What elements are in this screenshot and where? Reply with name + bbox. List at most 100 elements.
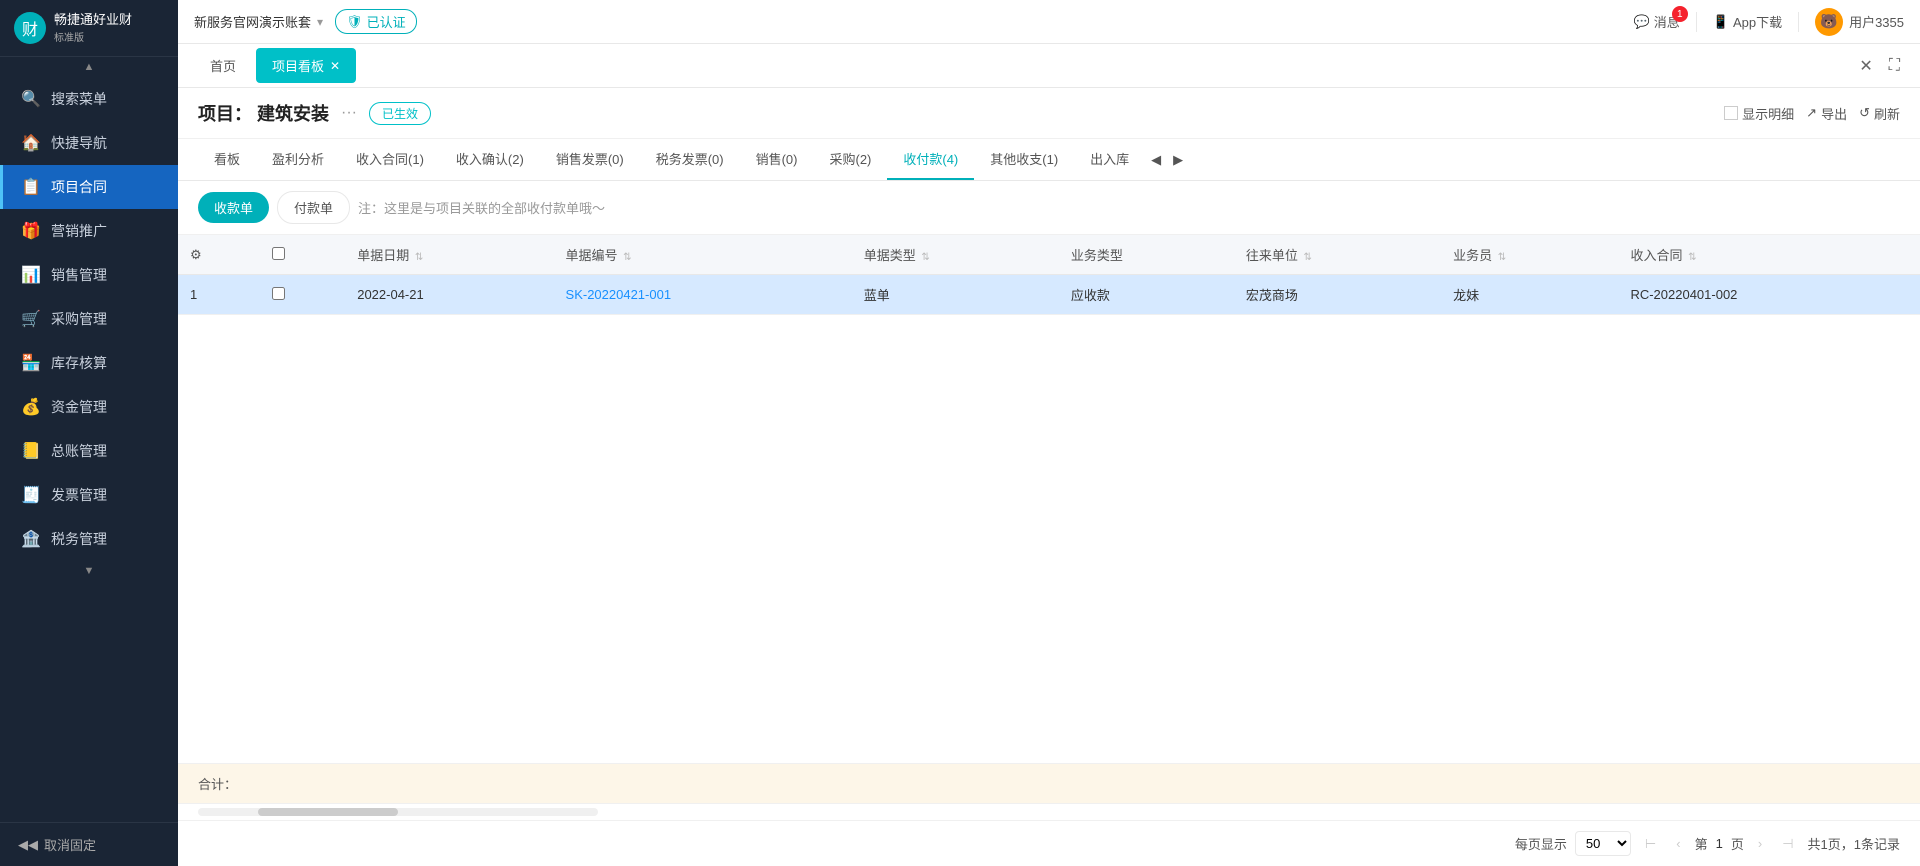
refresh-btn[interactable]: ↺ 刷新 bbox=[1859, 104, 1900, 123]
sidebar-nav: ▲ 🔍 搜索菜单 🏠 快捷导航 📋 项目合同 🎁 营销推广 📊 销售管理 🛒 采… bbox=[0, 57, 178, 822]
page-content: 项目： 建筑安装 ··· 已生效 显示明细 ↗ 导出 ↺ 刷新 bbox=[178, 88, 1920, 866]
next-page-btn[interactable]: › bbox=[1752, 834, 1768, 853]
sidebar: 财 畅捷通好业财 标准版 ▲ 🔍 搜索菜单 🏠 快捷导航 📋 项目合同 🎁 营销… bbox=[0, 0, 178, 866]
payment-filter-btn[interactable]: 付款单 bbox=[277, 191, 350, 224]
row-select-checkbox[interactable] bbox=[272, 287, 285, 300]
select-all-checkbox[interactable] bbox=[272, 247, 285, 260]
th-number[interactable]: 单据编号 ⇅ bbox=[554, 235, 852, 275]
subtab-next-arrow[interactable]: ▶ bbox=[1167, 142, 1189, 178]
row-checkbox[interactable] bbox=[260, 275, 345, 315]
subtab-prev-arrow[interactable]: ◀ bbox=[1145, 142, 1167, 178]
th-checkbox[interactable] bbox=[260, 235, 345, 275]
row-biz-type: 应收款 bbox=[1059, 275, 1234, 315]
scroll-down-btn[interactable]: ▼ bbox=[0, 561, 178, 581]
sidebar-unpin[interactable]: ◀◀ 取消固定 bbox=[0, 822, 178, 866]
prev-page-btn[interactable]: ‹ bbox=[1670, 834, 1686, 853]
sidebar-item-ledger[interactable]: 📒 总账管理 bbox=[0, 429, 178, 473]
subtab-income-confirm[interactable]: 收入确认(2) bbox=[440, 139, 540, 180]
sidebar-item-purchase-label: 采购管理 bbox=[51, 309, 107, 329]
project-name: 新服务官网演示账套 bbox=[194, 12, 311, 31]
divider bbox=[1696, 12, 1697, 32]
user-menu[interactable]: 🐻 用户3355 bbox=[1815, 8, 1904, 36]
sidebar-item-search[interactable]: 🔍 搜索菜单 bbox=[0, 77, 178, 121]
subtab-purchase[interactable]: 采购(2) bbox=[813, 139, 887, 180]
sidebar-item-inventory[interactable]: 🏪 库存核算 bbox=[0, 341, 178, 385]
sort-date-icon: ⇅ bbox=[415, 252, 423, 263]
export-btn[interactable]: ↗ 导出 bbox=[1806, 104, 1847, 123]
tab-project-board[interactable]: 项目看板 ✕ bbox=[256, 48, 356, 83]
message-btn[interactable]: 💬 消息 1 bbox=[1634, 12, 1680, 31]
search-icon: 🔍 bbox=[21, 89, 41, 109]
receipt-filter-btn[interactable]: 收款单 bbox=[198, 192, 269, 223]
scroll-up-btn[interactable]: ▲ bbox=[0, 57, 178, 77]
sidebar-item-ledger-label: 总账管理 bbox=[51, 441, 107, 461]
row-type: 蓝单 bbox=[852, 275, 1059, 315]
message-badge: 1 bbox=[1672, 6, 1688, 22]
certified-badge: 🛡 已认证 bbox=[335, 9, 417, 34]
th-staff[interactable]: 业务员 ⇅ bbox=[1441, 235, 1618, 275]
last-page-btn[interactable]: ⊣ bbox=[1776, 834, 1799, 854]
project-icon: 📋 bbox=[21, 177, 41, 197]
shield-icon: 🛡 bbox=[346, 14, 363, 30]
subtab-kanban[interactable]: 看板 bbox=[198, 139, 256, 180]
maximize-window-btn[interactable]: ⛶ bbox=[1885, 52, 1904, 80]
inventory-icon: 🏪 bbox=[21, 353, 41, 373]
row-number[interactable]: SK-20220421-001 bbox=[554, 275, 852, 315]
subtab-other[interactable]: 其他收支(1) bbox=[974, 139, 1074, 180]
subtab-sales[interactable]: 销售(0) bbox=[740, 139, 814, 180]
subtab-tax-invoice[interactable]: 税务发票(0) bbox=[640, 139, 740, 180]
ledger-icon: 📒 bbox=[21, 441, 41, 461]
sort-contract-icon: ⇅ bbox=[1688, 252, 1696, 263]
tab-close-icon[interactable]: ✕ bbox=[330, 59, 340, 73]
sidebar-item-marketing-label: 营销推广 bbox=[51, 221, 107, 241]
total-pages: 共1页，1条记录 bbox=[1808, 834, 1900, 853]
filter-hint: 注：这里是与项目关联的全部收付款单哦～ bbox=[358, 198, 605, 217]
sidebar-item-project[interactable]: 📋 项目合同 bbox=[0, 165, 178, 209]
divider2 bbox=[1798, 12, 1799, 32]
doc-link[interactable]: SK-20220421-001 bbox=[566, 287, 672, 302]
subtab-inout[interactable]: 出入库 bbox=[1074, 139, 1145, 180]
sidebar-item-sales[interactable]: 📊 销售管理 bbox=[0, 253, 178, 297]
per-page-select[interactable]: 50 100 200 bbox=[1575, 831, 1631, 856]
sidebar-item-invoice[interactable]: 🧾 发票管理 bbox=[0, 473, 178, 517]
scrollbar-thumb[interactable] bbox=[258, 808, 398, 816]
row-index: 1 bbox=[178, 275, 260, 315]
subtab-profit[interactable]: 盈利分析 bbox=[256, 139, 340, 180]
subtab-income-contract[interactable]: 收入合同(1) bbox=[340, 139, 440, 180]
th-biz-type: 业务类型 bbox=[1059, 235, 1234, 275]
sidebar-item-marketing[interactable]: 🎁 营销推广 bbox=[0, 209, 178, 253]
sidebar-item-inventory-label: 库存核算 bbox=[51, 353, 107, 373]
app-download-btn[interactable]: 📱 App下载 bbox=[1713, 12, 1782, 31]
th-settings[interactable]: ⚙ bbox=[178, 235, 260, 275]
avatar: 🐻 bbox=[1815, 8, 1843, 36]
checkbox-icon bbox=[1724, 106, 1738, 120]
row-staff: 龙妹 bbox=[1441, 275, 1618, 315]
project-selector[interactable]: 新服务官网演示账套 ▾ bbox=[194, 12, 323, 31]
topbar-right: 💬 消息 1 📱 App下载 🐻 用户3355 bbox=[1634, 8, 1904, 36]
more-options-btn[interactable]: ··· bbox=[341, 104, 357, 122]
summary-row: 合计： bbox=[178, 763, 1920, 803]
th-type[interactable]: 单据类型 ⇅ bbox=[852, 235, 1059, 275]
th-contract[interactable]: 收入合同 ⇅ bbox=[1618, 235, 1920, 275]
app-version: 标准版 bbox=[54, 29, 132, 44]
subtab-receipts[interactable]: 收付款(4) bbox=[887, 139, 974, 180]
sidebar-item-tax[interactable]: 🏦 税务管理 bbox=[0, 517, 178, 561]
first-page-btn[interactable]: ⊢ bbox=[1639, 834, 1662, 854]
marketing-icon: 🎁 bbox=[21, 221, 41, 241]
th-counterpart[interactable]: 往来单位 ⇅ bbox=[1234, 235, 1441, 275]
sidebar-item-finance[interactable]: 💰 资金管理 bbox=[0, 385, 178, 429]
row-date: 2022-04-21 bbox=[345, 275, 553, 315]
username: 用户3355 bbox=[1849, 12, 1904, 31]
sidebar-item-quicknav[interactable]: 🏠 快捷导航 bbox=[0, 121, 178, 165]
sort-number-icon: ⇅ bbox=[623, 252, 631, 263]
display-detail-toggle[interactable]: 显示明细 bbox=[1724, 104, 1794, 123]
subtab-sales-invoice[interactable]: 销售发票(0) bbox=[540, 139, 640, 180]
horizontal-scrollbar[interactable] bbox=[178, 803, 1920, 820]
th-date[interactable]: 单据日期 ⇅ bbox=[345, 235, 553, 275]
close-window-btn[interactable]: ✕ bbox=[1855, 52, 1876, 80]
purchase-icon: 🛒 bbox=[21, 309, 41, 329]
tab-home[interactable]: 首页 bbox=[194, 48, 252, 83]
refresh-icon: ↺ bbox=[1859, 105, 1870, 121]
sidebar-item-purchase[interactable]: 🛒 采购管理 bbox=[0, 297, 178, 341]
page-actions: 显示明细 ↗ 导出 ↺ 刷新 bbox=[1724, 104, 1900, 123]
